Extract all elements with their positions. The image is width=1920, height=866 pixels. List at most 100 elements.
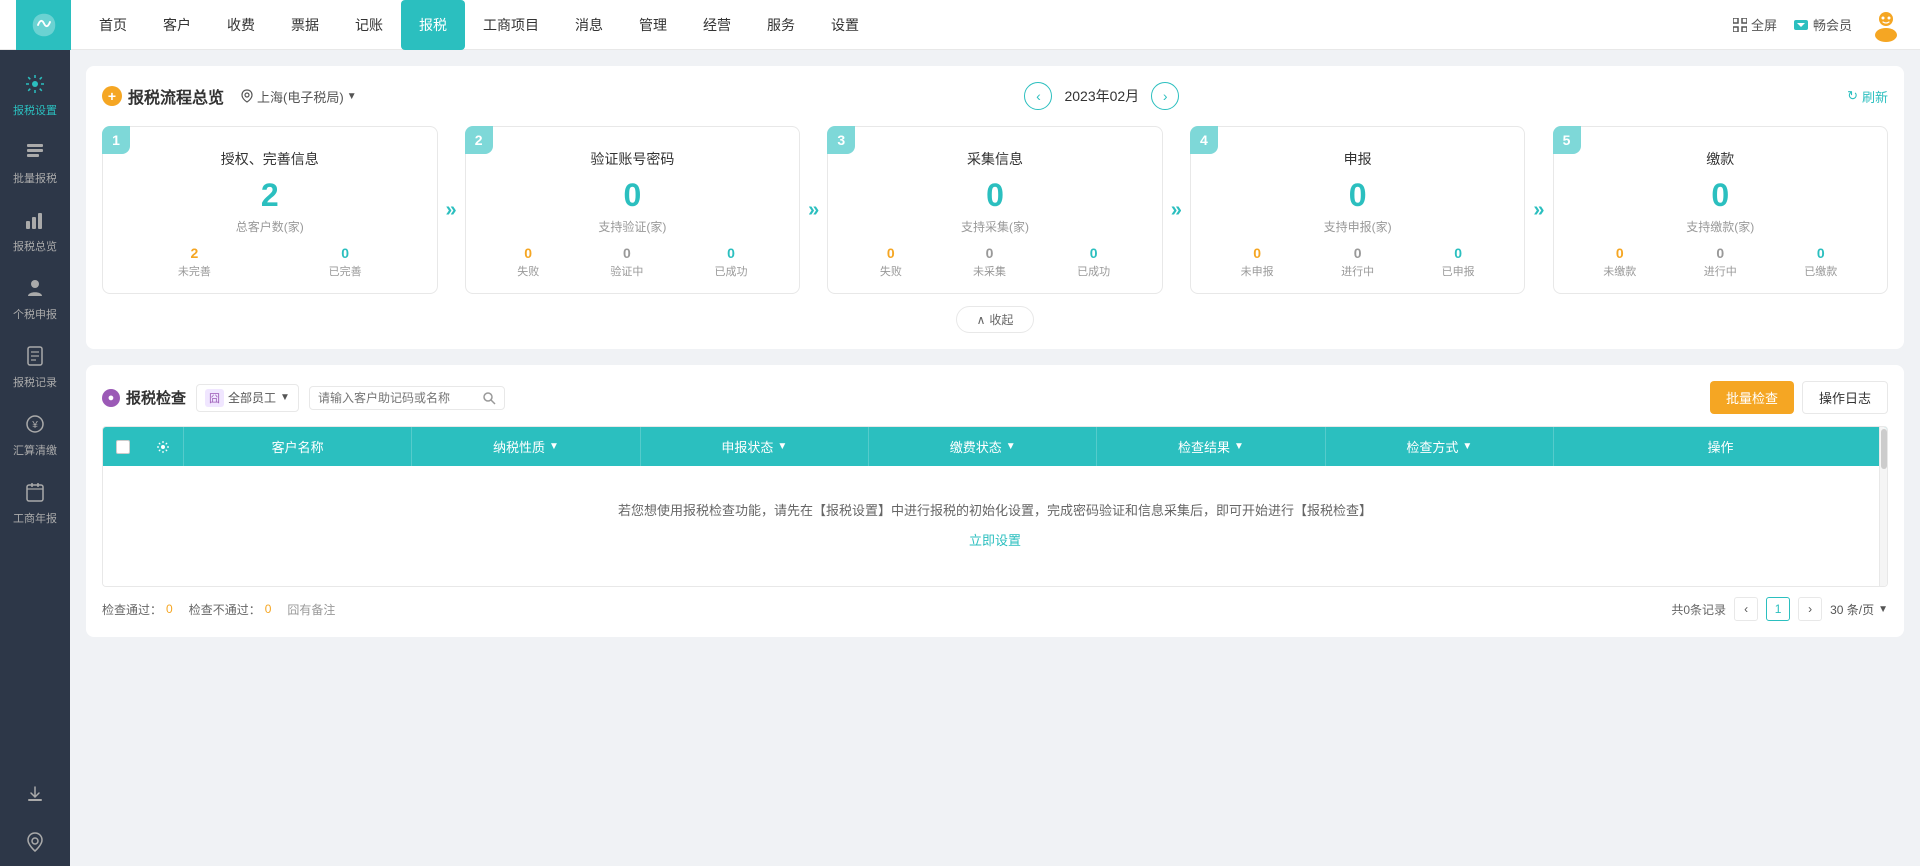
nav-settings[interactable]: 设置 [813, 0, 877, 50]
check-header: ● 报税检查 囧 全部员工 ▼ 批量检查 操作日志 [102, 381, 1888, 414]
footer-fail-stat: 检查不通过： 0 [189, 601, 272, 618]
sidebar-item-annual-report[interactable]: 工商年报 [0, 468, 70, 536]
step-count-5: 0 [1570, 177, 1872, 214]
tax-bureau-text: 上海(电子税局) [257, 87, 344, 106]
flow-header: + 报税流程总览 上海(电子税局) ▼ ‹ 2023年02月 › ↻ 刷新 [102, 82, 1888, 110]
stat-item: 0 未申报 [1241, 245, 1274, 279]
page-size-selector[interactable]: 30 条/页 ▼ [1830, 601, 1888, 618]
nav-manage[interactable]: 管理 [621, 0, 685, 50]
search-box [309, 386, 505, 410]
settings-icon [156, 440, 170, 454]
staff-badge-icon: 囧 [205, 389, 224, 407]
total-records: 共0条记录 [1671, 601, 1726, 618]
step-count-2: 0 [482, 177, 784, 214]
sidebar-label-personal-tax: 个税申报 [13, 306, 57, 322]
pagination: 共0条记录 ‹ 1 › 30 条/页 ▼ [1671, 597, 1888, 621]
personal-tax-icon [21, 274, 49, 302]
nav-bizproject[interactable]: 工商项目 [465, 0, 557, 50]
table-scrollbar[interactable] [1879, 427, 1887, 586]
step-stats-4: 0 未申报 0 进行中 0 已申报 [1207, 245, 1509, 279]
sidebar-item-batch-tax[interactable]: 批量报税 [0, 128, 70, 196]
page-size-chevron: ▼ [1878, 604, 1888, 615]
step-arrow-1: » [438, 126, 465, 294]
th-settings[interactable] [143, 427, 183, 466]
nav-menu: 首页 客户 收费 票据 记账 报税 工商项目 消息 管理 经营 服务 设置 [81, 0, 1733, 50]
nav-customer[interactable]: 客户 [145, 0, 209, 50]
staff-filter[interactable]: 囧 全部员工 ▼ [196, 384, 299, 412]
sidebar-item-settlement[interactable]: ¥ 汇算清缴 [0, 400, 70, 468]
flow-month-nav: ‹ 2023年02月 › [1024, 82, 1179, 110]
sidebar-item-tax-settings[interactable]: 报税设置 [0, 60, 70, 128]
step-title-4: 申报 [1207, 149, 1509, 169]
stat-val-fail: 0 [524, 245, 532, 261]
nav-home[interactable]: 首页 [81, 0, 145, 50]
stat-item: 0 失败 [880, 245, 902, 279]
flow-section: + 报税流程总览 上海(电子税局) ▼ ‹ 2023年02月 › ↻ 刷新 [86, 66, 1904, 349]
select-all-checkbox[interactable] [116, 440, 130, 454]
nav-service[interactable]: 服务 [749, 0, 813, 50]
sidebar-item-tax-overview[interactable]: 报税总览 [0, 196, 70, 264]
step-title-2: 验证账号密码 [482, 149, 784, 169]
step-desc-4: 支持申报(家) [1207, 218, 1509, 235]
pass-val[interactable]: 0 [166, 602, 173, 616]
batch-check-button[interactable]: 批量检查 [1710, 381, 1794, 414]
sidebar-label-tax-settings: 报税设置 [13, 102, 57, 118]
check-table: 客户名称 纳税性质 ▼ 申报状态 ▼ 缴费状态 ▼ 检查 [102, 426, 1888, 587]
step-stats-1: 2 未完善 0 已完善 [119, 245, 421, 279]
fail-val[interactable]: 0 [265, 602, 272, 616]
filter-icon[interactable]: ▼ [1234, 441, 1244, 452]
step-number-4: 4 [1190, 126, 1218, 154]
nav-tax[interactable]: 报税 [401, 0, 465, 50]
stat-item: 0 已成功 [715, 245, 748, 279]
stat-item: 0 未缴款 [1603, 245, 1636, 279]
filter-icon[interactable]: ▼ [777, 441, 787, 452]
sidebar-label-settlement: 汇算清缴 [13, 442, 57, 458]
main-layout: 报税设置 批量报税 报税总览 个税申报 报税记录 [0, 50, 1920, 866]
search-input[interactable] [318, 391, 478, 405]
step-desc-3: 支持采集(家) [844, 218, 1146, 235]
sidebar-item-personal-tax[interactable]: 个税申报 [0, 264, 70, 332]
filter-icon[interactable]: ▼ [1006, 441, 1016, 452]
setup-link[interactable]: 立即设置 [969, 528, 1021, 554]
flow-step-1: 1 授权、完善信息 2 总客户数(家) 2 未完善 0 已完善 [102, 126, 438, 294]
avatar[interactable] [1868, 7, 1904, 43]
location-small-icon [240, 89, 254, 103]
th-tax-nature: 纳税性质 ▼ [411, 427, 639, 466]
step-number-1: 1 [102, 126, 130, 154]
tax-records-icon [21, 342, 49, 370]
next-page-button[interactable]: › [1798, 597, 1822, 621]
next-month-button[interactable]: › [1151, 82, 1179, 110]
stat-val-verified: 0 [727, 245, 735, 261]
footer-pass-stat: 检查通过： 0 [102, 601, 173, 618]
step-number-5: 5 [1553, 126, 1581, 154]
flow-title-text: 报税流程总览 [128, 84, 224, 108]
collapse-button[interactable]: ∧ 收起 [956, 306, 1035, 333]
filter-icon[interactable]: ▼ [549, 441, 559, 452]
refresh-button[interactable]: ↻ 刷新 [1847, 87, 1888, 106]
th-checkbox[interactable] [103, 427, 143, 466]
nav-business[interactable]: 经营 [685, 0, 749, 50]
location-icon [21, 828, 49, 856]
step-number-3: 3 [827, 126, 855, 154]
prev-month-button[interactable]: ‹ [1024, 82, 1052, 110]
filter-icon[interactable]: ▼ [1462, 441, 1472, 452]
nav-invoice[interactable]: 票据 [273, 0, 337, 50]
check-section: ● 报税检查 囧 全部员工 ▼ 批量检查 操作日志 [86, 365, 1904, 637]
fullscreen-button[interactable]: 全屏 [1733, 15, 1777, 34]
sidebar-item-location[interactable] [0, 818, 70, 866]
sidebar-item-download[interactable] [0, 770, 70, 818]
stat-label-complete: 已完善 [329, 263, 362, 279]
vip-label: 畅会员 [1813, 15, 1852, 34]
prev-page-button[interactable]: ‹ [1734, 597, 1758, 621]
nav-message[interactable]: 消息 [557, 0, 621, 50]
nav-fee[interactable]: 收费 [209, 0, 273, 50]
table-empty-message: 若您想使用报税检查功能，请先在【报税设置】中进行报税的初始化设置，完成密码验证和… [618, 498, 1372, 524]
nav-accounting[interactable]: 记账 [337, 0, 401, 50]
check-title: ● 报税检查 [102, 387, 186, 408]
sidebar-item-tax-records[interactable]: 报税记录 [0, 332, 70, 400]
step-stats-3: 0 失败 0 未采集 0 已成功 [844, 245, 1146, 279]
tax-bureau-selector[interactable]: 上海(电子税局) ▼ [240, 87, 357, 106]
vip-button[interactable]: 畅会员 [1793, 15, 1852, 34]
pass-label: 检查通过： [102, 601, 162, 618]
op-log-button[interactable]: 操作日志 [1802, 381, 1888, 414]
